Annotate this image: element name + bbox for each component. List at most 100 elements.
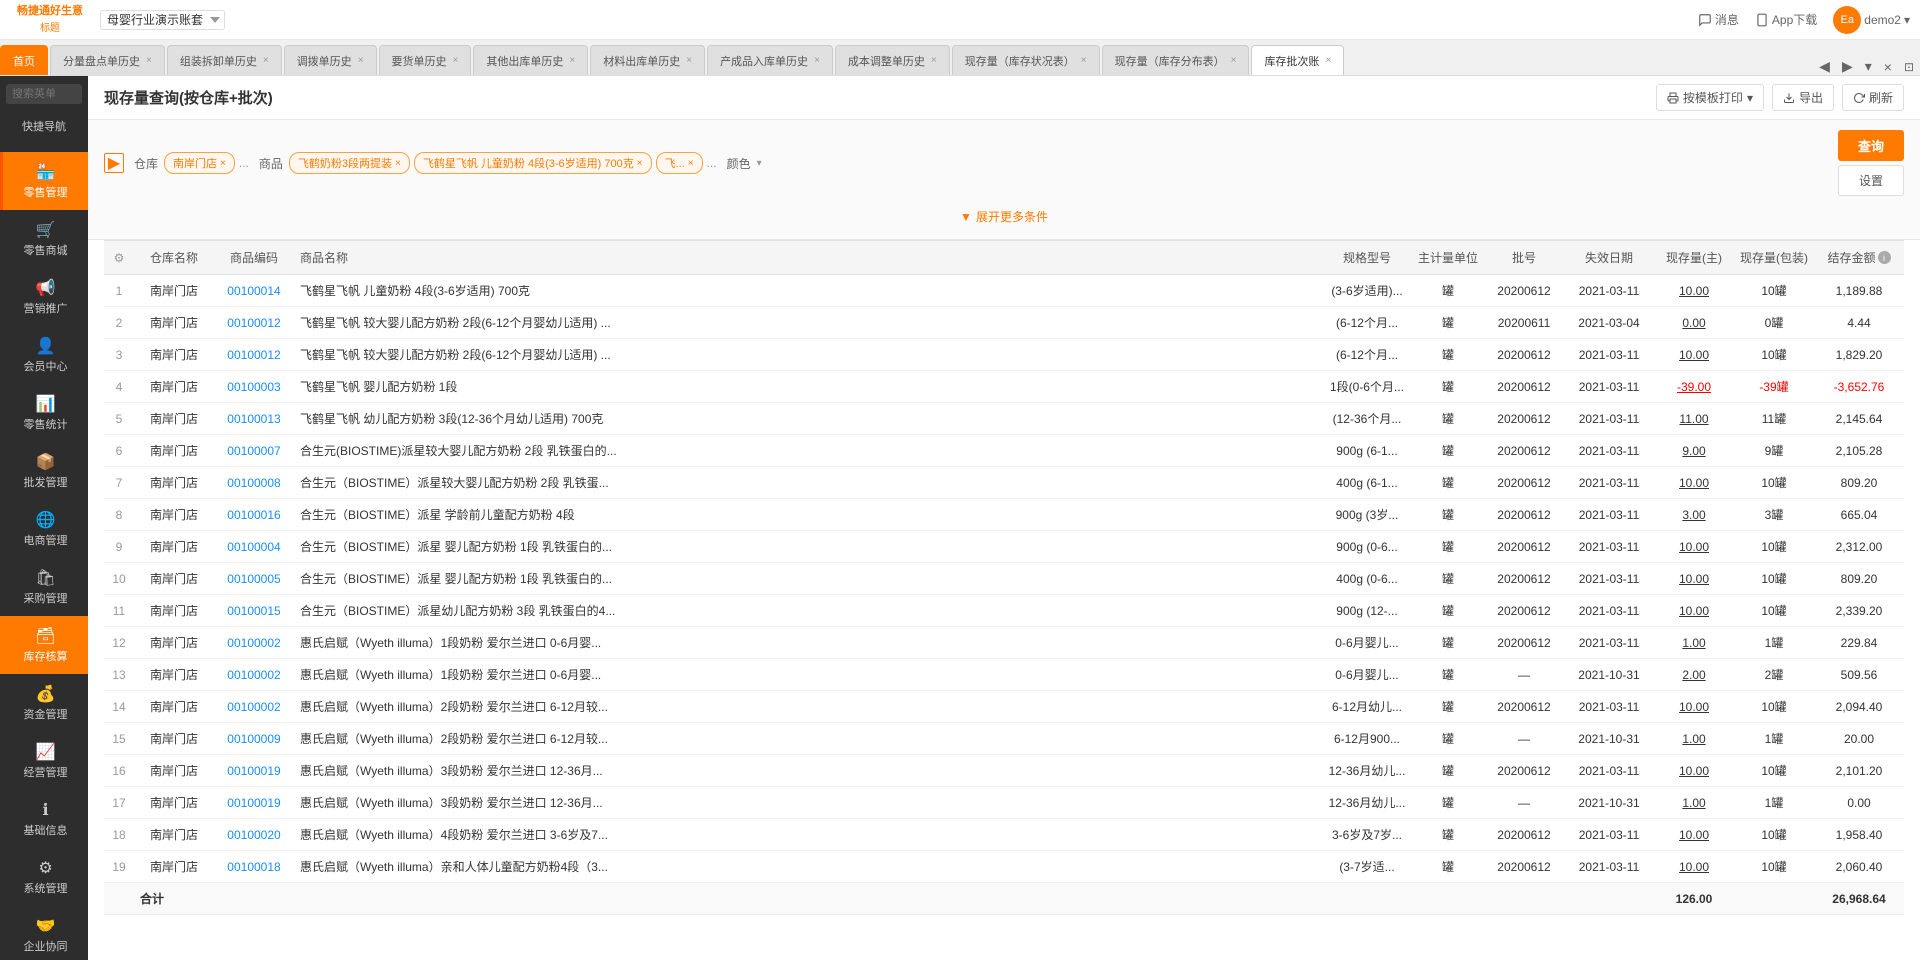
row-code[interactable]: 00100004	[214, 531, 294, 563]
tab-close-qtchu[interactable]: ×	[569, 55, 575, 66]
app-download-btn[interactable]: App下载	[1755, 11, 1817, 28]
sidebar-item-ecommerce[interactable]: 🌐 电商管理	[0, 500, 88, 558]
tab-chanpin[interactable]: 产成品入库单历史 ×	[707, 45, 833, 75]
row-qty[interactable]: 10.00	[1654, 467, 1734, 499]
sidebar-item-retail-shop[interactable]: 🛒 零售商城	[0, 210, 88, 268]
tab-fenpan[interactable]: 分量盘点单历史 ×	[50, 45, 165, 75]
row-qty[interactable]: -39.00	[1654, 371, 1734, 403]
tab-close-kucun1[interactable]: ×	[1081, 55, 1087, 66]
row-code[interactable]: 00100012	[214, 339, 294, 371]
user-area[interactable]: Ea demo2 ▾	[1833, 6, 1910, 34]
product-tag-1-remove[interactable]: ×	[395, 158, 401, 169]
sidebar-item-finance[interactable]: 💰 资金管理	[0, 674, 88, 732]
th-settings[interactable]: ⚙	[104, 241, 134, 275]
row-qty[interactable]: 10.00	[1654, 851, 1734, 883]
tab-close-kucun3[interactable]: ×	[1325, 55, 1331, 66]
row-qty[interactable]: 10.00	[1654, 275, 1734, 307]
row-qty[interactable]: 1.00	[1654, 723, 1734, 755]
sidebar-item-retail-stats[interactable]: 📊 零售统计	[0, 384, 88, 442]
tab-restore[interactable]: ⊡	[1898, 60, 1920, 74]
tab-kucun1[interactable]: 现存量（库存状况表） ×	[952, 45, 1100, 75]
color-chevron[interactable]: ▾	[757, 158, 762, 169]
row-code[interactable]: 00100013	[214, 403, 294, 435]
product-more[interactable]: ...	[707, 156, 717, 170]
print-dropdown-icon[interactable]: ▾	[1747, 91, 1753, 105]
tab-close-chanpin[interactable]: ×	[814, 55, 820, 66]
row-qty[interactable]: 10.00	[1654, 595, 1734, 627]
row-qty[interactable]: 10.00	[1654, 691, 1734, 723]
tab-kucun2[interactable]: 现存量（库存分布表） ×	[1102, 45, 1250, 75]
row-qty[interactable]: 1.00	[1654, 627, 1734, 659]
sidebar-item-ops[interactable]: 📈 经营管理	[0, 732, 88, 790]
tab-cailiao[interactable]: 材料出库单历史 ×	[590, 45, 705, 75]
row-code[interactable]: 00100020	[214, 819, 294, 851]
row-qty[interactable]: 9.00	[1654, 435, 1734, 467]
settings-btn[interactable]: 设置	[1838, 165, 1904, 196]
tab-zuzhuang[interactable]: 组装拆卸单历史 ×	[167, 45, 282, 75]
sidebar-item-members[interactable]: 👤 会员中心	[0, 326, 88, 384]
expand-more-btn[interactable]: ▼ 展开更多条件	[944, 204, 1064, 229]
row-qty[interactable]: 0.00	[1654, 307, 1734, 339]
row-code[interactable]: 00100019	[214, 755, 294, 787]
column-settings-icon[interactable]: ⚙	[114, 251, 125, 265]
sidebar-item-inventory[interactable]: 🗃 库存核算	[0, 616, 88, 674]
tab-chengben[interactable]: 成本调整单历史 ×	[835, 45, 950, 75]
tab-close-zuzhuang[interactable]: ×	[263, 55, 269, 66]
warehouse-tag-remove[interactable]: ×	[220, 158, 226, 169]
product-tag-3[interactable]: 飞... ×	[656, 152, 703, 174]
sidebar-item-system[interactable]: ⚙ 系统管理	[0, 848, 88, 906]
warehouse-tag[interactable]: 南岸门店 ×	[164, 152, 235, 174]
row-qty[interactable]: 10.00	[1654, 339, 1734, 371]
row-code[interactable]: 00100002	[214, 691, 294, 723]
row-qty[interactable]: 10.00	[1654, 819, 1734, 851]
tab-close-all[interactable]: ×	[1878, 59, 1898, 75]
export-btn[interactable]: 导出	[1772, 84, 1834, 111]
print-btn[interactable]: 按模板打印 ▾	[1656, 84, 1764, 111]
tab-close-diaobo[interactable]: ×	[358, 55, 364, 66]
row-code[interactable]: 00100007	[214, 435, 294, 467]
row-qty[interactable]: 2.00	[1654, 659, 1734, 691]
sidebar-nav-item-quick[interactable]: 快捷导航	[0, 112, 88, 140]
tab-home[interactable]: 首页	[0, 45, 48, 75]
filter-expand-arrow[interactable]: ▶	[104, 153, 124, 173]
product-tag-3-remove[interactable]: ×	[688, 158, 694, 169]
row-qty[interactable]: 10.00	[1654, 531, 1734, 563]
tab-close-kucun2[interactable]: ×	[1231, 55, 1237, 66]
sidebar-item-purchase[interactable]: 🛍 采购管理	[0, 558, 88, 616]
product-tag-2[interactable]: 飞鹤星飞帆 儿童奶粉 4段(3-6岁适用) 700克 ×	[414, 152, 652, 174]
refresh-btn[interactable]: 刷新	[1842, 84, 1904, 111]
row-code[interactable]: 00100015	[214, 595, 294, 627]
row-qty[interactable]: 11.00	[1654, 403, 1734, 435]
amount-info-icon[interactable]: i	[1878, 251, 1891, 264]
tab-prev[interactable]: ◀	[1813, 58, 1836, 75]
row-code[interactable]: 00100003	[214, 371, 294, 403]
tab-close-chengben[interactable]: ×	[931, 55, 937, 66]
search-input[interactable]	[6, 84, 82, 104]
row-code[interactable]: 00100019	[214, 787, 294, 819]
row-qty[interactable]: 10.00	[1654, 755, 1734, 787]
tab-close-fenpan[interactable]: ×	[146, 55, 152, 66]
query-btn[interactable]: 查询	[1838, 130, 1904, 161]
row-code[interactable]: 00100016	[214, 499, 294, 531]
tab-menu[interactable]: ▾	[1859, 58, 1878, 75]
warehouse-more[interactable]: ...	[239, 156, 249, 170]
row-code[interactable]: 00100012	[214, 307, 294, 339]
tab-close-yaohuo[interactable]: ×	[453, 55, 459, 66]
tab-qtchu[interactable]: 其他出库单历史 ×	[473, 45, 588, 75]
row-code[interactable]: 00100009	[214, 723, 294, 755]
tab-yaohuo[interactable]: 要货单历史 ×	[379, 45, 472, 75]
messages-btn[interactable]: 消息	[1698, 11, 1739, 28]
tab-kucun3[interactable]: 库存批次账 ×	[1251, 45, 1344, 75]
sidebar-item-collab[interactable]: 🤝 企业协同	[0, 906, 88, 960]
product-tag-1[interactable]: 飞鹤奶粉3段两提装 ×	[289, 152, 410, 174]
row-qty[interactable]: 10.00	[1654, 563, 1734, 595]
sidebar-item-wholesale[interactable]: 📦 批发管理	[0, 442, 88, 500]
row-code[interactable]: 00100005	[214, 563, 294, 595]
tab-next[interactable]: ▶	[1836, 58, 1859, 75]
sidebar-item-basic[interactable]: ℹ 基础信息	[0, 790, 88, 848]
tab-diaobo[interactable]: 调拨单历史 ×	[284, 45, 377, 75]
breadcrumb-select[interactable]: 母婴行业演示账套	[100, 10, 225, 30]
sidebar-item-marketing[interactable]: 📢 营销推广	[0, 268, 88, 326]
product-tag-2-remove[interactable]: ×	[637, 158, 643, 169]
row-code[interactable]: 00100008	[214, 467, 294, 499]
